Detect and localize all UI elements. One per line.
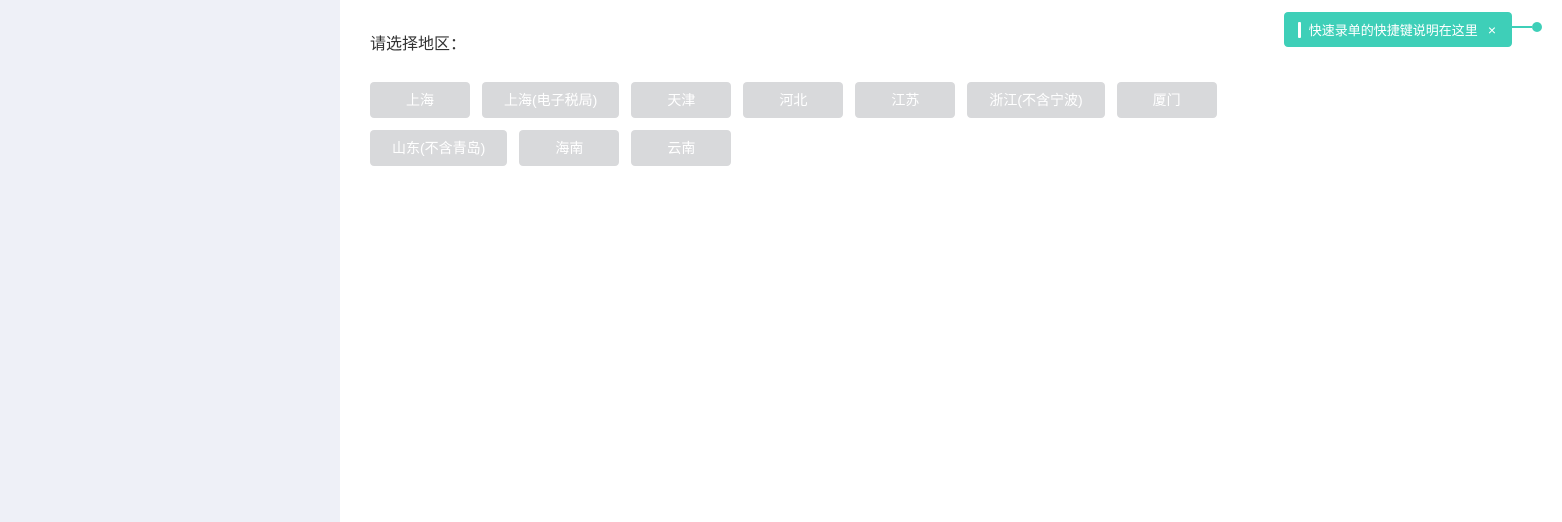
region-btn-shanghai-etax[interactable]: 上海(电子税局) <box>482 82 619 118</box>
tooltip-banner: 快速录单的快捷键说明在这里 × <box>1284 12 1512 47</box>
main-content: 请选择地区： 上海上海(电子税局)天津河北江苏浙江(不含宁波)厦门 山东(不含青… <box>340 0 1562 522</box>
tooltip-text: 快速录单的快捷键说明在这里 <box>1309 20 1478 39</box>
tooltip-close-button[interactable]: × <box>1486 23 1498 37</box>
tooltip-connector-dot <box>1532 22 1542 32</box>
region-btn-zhejiang[interactable]: 浙江(不含宁波) <box>967 82 1104 118</box>
region-btn-jiangsu[interactable]: 江苏 <box>855 82 955 118</box>
region-btn-shandong[interactable]: 山东(不含青岛) <box>370 130 507 166</box>
region-btn-yunnan[interactable]: 云南 <box>631 130 731 166</box>
region-buttons-row2: 山东(不含青岛) 海南云南 <box>370 130 1532 166</box>
region-buttons-row1: 上海上海(电子税局) 天津河北江苏浙江(不含宁波) 厦门 <box>370 82 1532 118</box>
left-sidebar <box>0 0 340 522</box>
tooltip-connector-line <box>1512 26 1532 28</box>
region-btn-hainan[interactable]: 海南 <box>519 130 619 166</box>
tooltip-bar <box>1298 22 1301 38</box>
region-btn-tianjin[interactable]: 天津 <box>631 82 731 118</box>
region-btn-shanghai[interactable]: 上海 <box>370 82 470 118</box>
region-btn-xiamen[interactable]: 厦门 <box>1117 82 1217 118</box>
region-btn-hebei[interactable]: 河北 <box>743 82 843 118</box>
